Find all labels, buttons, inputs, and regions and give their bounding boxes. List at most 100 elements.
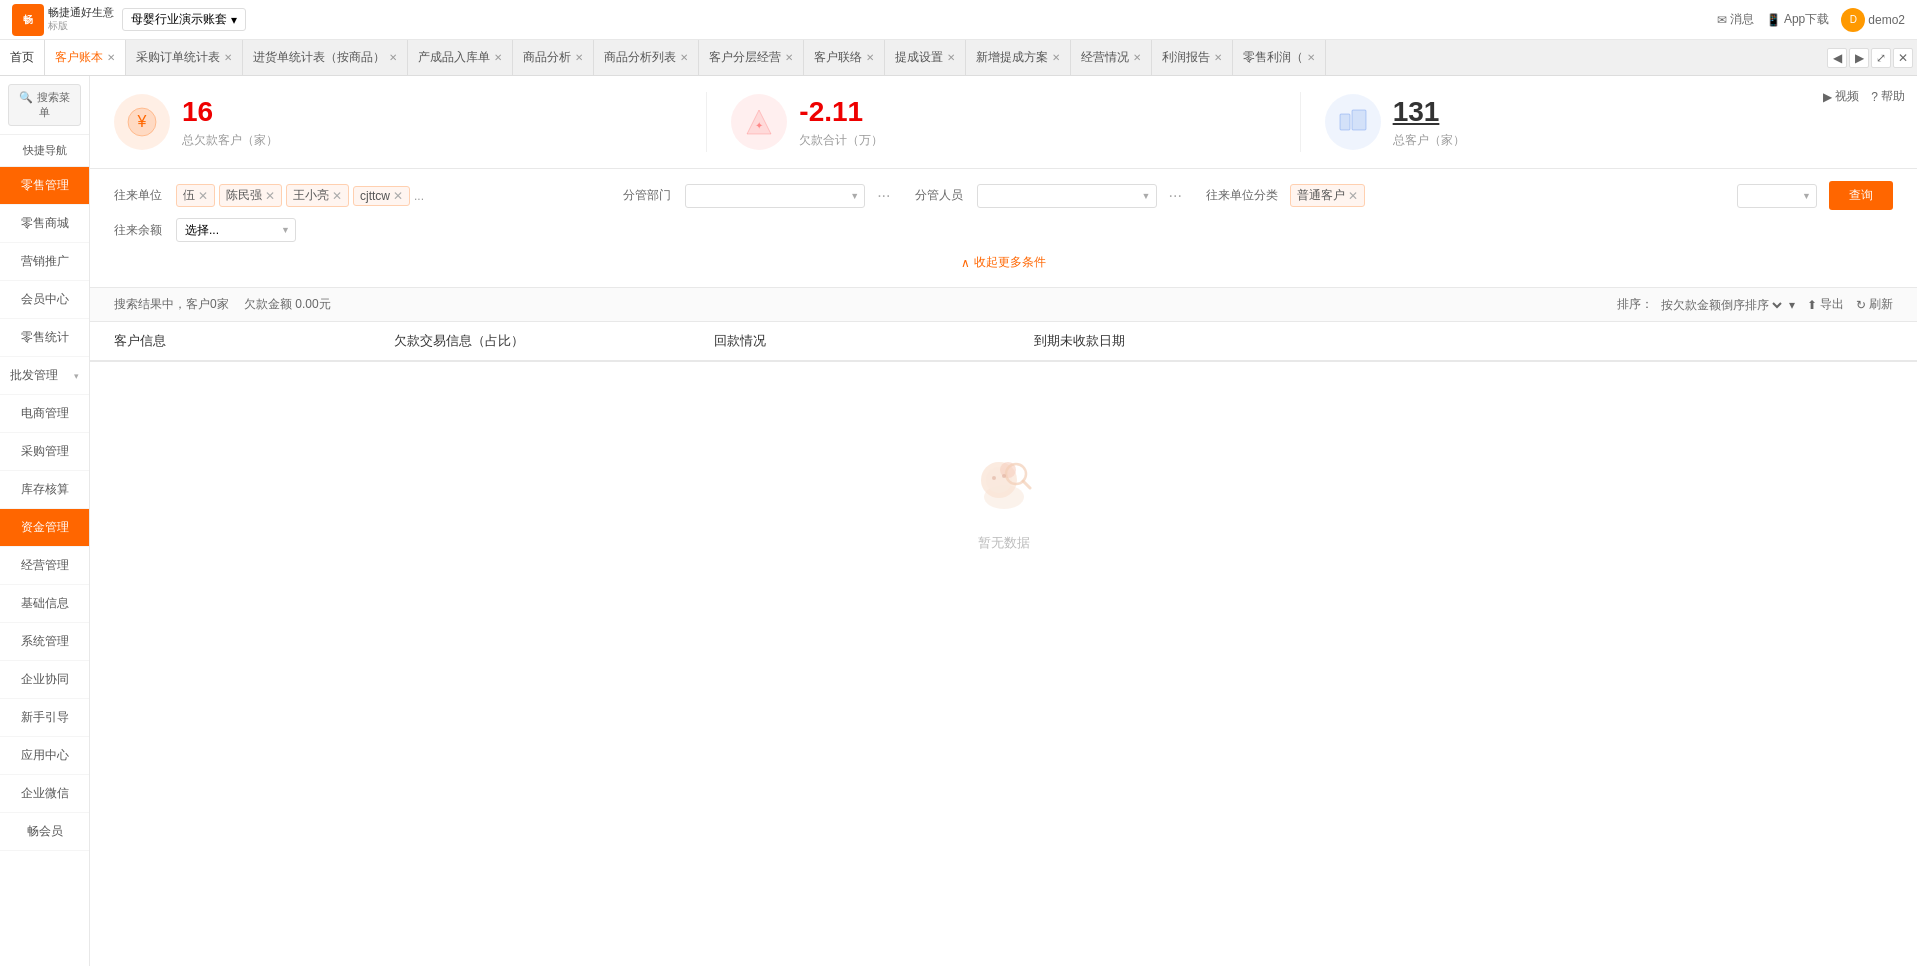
stat-block-customers: ¥ 16 总欠款客户（家） <box>114 94 706 150</box>
tab-customer-tier[interactable]: 客户分层经营 ✕ <box>699 40 804 75</box>
unit-filter-tags: 伍 ✕ 陈民强 ✕ 王小亮 ✕ cjttcw ✕ ... <box>176 184 611 207</box>
sidebar-quick-nav[interactable]: 快捷导航 <box>0 135 89 167</box>
sidebar-search-label: 搜索菜单 <box>37 91 70 118</box>
sidebar-item-enterprise-wechat[interactable]: 企业微信 <box>0 775 89 813</box>
tab-business-status[interactable]: 经营情况 ✕ <box>1071 40 1152 75</box>
doc-help-btn[interactable]: ? 帮助 <box>1871 88 1905 105</box>
person-filter-select[interactable] <box>977 184 1157 208</box>
result-bar-right: 排序： 按欠款金额倒序排序 ▾ ⬆ 导出 ↻ 刷新 <box>1617 296 1893 313</box>
sidebar-item-app-center[interactable]: 应用中心 <box>0 737 89 775</box>
tab-profit-report[interactable]: 利润报告 ✕ <box>1152 40 1233 75</box>
sidebar-item-member-center[interactable]: 会员中心 <box>0 281 89 319</box>
sidebar-item-business-mgmt-label: 经营管理 <box>21 558 69 572</box>
tab-goods-analysis-label: 商品分析 <box>523 49 571 66</box>
result-bar: 搜索结果中，客户0家 欠款金额 0.00元 排序： 按欠款金额倒序排序 ▾ ⬆ … <box>90 288 1917 322</box>
close-icon[interactable]: ✕ <box>494 52 502 63</box>
close-icon[interactable]: ✕ <box>947 52 955 63</box>
sidebar-item-retail-mgmt[interactable]: 零售管理 <box>0 167 89 205</box>
sidebar-item-marketing-label: 营销推广 <box>21 254 69 268</box>
person-filter-more-dots[interactable]: ··· <box>1169 188 1182 204</box>
tab-expand-btn[interactable]: ⤢ <box>1871 48 1891 68</box>
tab-customer-contact-label: 客户联络 <box>814 49 862 66</box>
export-label: 导出 <box>1820 296 1844 313</box>
stat-help-area: ▶ 视频 ? 帮助 <box>1823 88 1905 105</box>
close-icon[interactable]: ✕ <box>107 52 115 63</box>
sidebar-item-retail-stats[interactable]: 零售统计 <box>0 319 89 357</box>
sidebar-item-new-guide[interactable]: 新手引导 <box>0 699 89 737</box>
close-icon[interactable]: ✕ <box>389 52 397 63</box>
stat-label-customers: 总欠款客户（家） <box>182 132 682 149</box>
empty-text: 暂无数据 <box>978 534 1030 552</box>
remove-unit-2-btn[interactable]: ✕ <box>265 189 275 203</box>
query-btn[interactable]: 查询 <box>1829 181 1893 210</box>
logo-area: 畅 畅捷通好生意 标版 <box>12 4 114 36</box>
tab-goods-analysis-list[interactable]: 商品分析列表 ✕ <box>594 40 699 75</box>
sort-select[interactable]: 按欠款金额倒序排序 <box>1657 297 1785 313</box>
sidebar-item-system-mgmt[interactable]: 系统管理 <box>0 623 89 661</box>
sidebar-item-marketing[interactable]: 营销推广 <box>0 243 89 281</box>
tab-next-btn[interactable]: ▶ <box>1849 48 1869 68</box>
refresh-btn[interactable]: ↻ 刷新 <box>1856 296 1893 313</box>
sidebar-item-basic-info[interactable]: 基础信息 <box>0 585 89 623</box>
tab-close-all-btn[interactable]: ✕ <box>1893 48 1913 68</box>
sidebar-item-capital-mgmt[interactable]: 资金管理 <box>0 509 89 547</box>
close-icon[interactable]: ✕ <box>1133 52 1141 63</box>
dept-filter-select[interactable] <box>685 184 865 208</box>
tab-goods-analysis[interactable]: 商品分析 ✕ <box>513 40 594 75</box>
remove-unit-class-1-btn[interactable]: ✕ <box>1348 189 1358 203</box>
remove-unit-4-btn[interactable]: ✕ <box>393 189 403 203</box>
account-selector[interactable]: 母婴行业演示账套 ▾ <box>122 8 246 31</box>
remove-unit-3-btn[interactable]: ✕ <box>332 189 342 203</box>
user-area[interactable]: D demo2 <box>1841 8 1905 32</box>
sidebar-item-member[interactable]: 畅会员 <box>0 813 89 851</box>
tab-new-plan[interactable]: 新增提成方案 ✕ <box>966 40 1071 75</box>
sort-select-wrap: 排序： 按欠款金额倒序排序 ▾ <box>1617 296 1795 313</box>
table-header-debt-info: 欠款交易信息（占比） <box>394 332 714 350</box>
sidebar-search-btn[interactable]: 🔍 搜索菜单 <box>8 84 81 126</box>
tab-remind-settings[interactable]: 提成设置 ✕ <box>885 40 966 75</box>
app-download-btn[interactable]: 📱 App下载 <box>1766 11 1829 28</box>
sidebar-item-wholesale-mgmt[interactable]: 批发管理 ▾ <box>0 357 89 395</box>
filter-more-btn[interactable]: ... <box>414 189 424 203</box>
tab-retail-profit[interactable]: 零售利润（ ✕ <box>1233 40 1326 75</box>
sidebar-item-enterprise-coop[interactable]: 企业协同 <box>0 661 89 699</box>
filter-area: 往来单位 伍 ✕ 陈民强 ✕ 王小亮 ✕ cjttcw <box>90 169 1917 288</box>
tab-purchase-order[interactable]: 采购订单统计表 ✕ <box>126 40 243 75</box>
tab-prev-btn[interactable]: ◀ <box>1827 48 1847 68</box>
balance-filter-select[interactable]: 选择... <box>176 218 296 242</box>
sidebar-item-inventory-check[interactable]: 库存核算 <box>0 471 89 509</box>
close-icon[interactable]: ✕ <box>1307 52 1315 63</box>
message-btn[interactable]: ✉ 消息 <box>1717 11 1754 28</box>
close-icon[interactable]: ✕ <box>1214 52 1222 63</box>
sidebar-item-ecommerce-mgmt[interactable]: 电商管理 <box>0 395 89 433</box>
tab-instock-stats[interactable]: 进货单统计表（按商品） ✕ <box>243 40 408 75</box>
close-icon[interactable]: ✕ <box>575 52 583 63</box>
sidebar-item-retail-shop-label: 零售商城 <box>21 216 69 230</box>
tab-home[interactable]: 首页 <box>0 40 45 75</box>
close-icon[interactable]: ✕ <box>224 52 232 63</box>
unit-class-select[interactable] <box>1737 184 1817 208</box>
tab-business-status-label: 经营情况 <box>1081 49 1129 66</box>
app-download-label: App下载 <box>1784 11 1829 28</box>
close-icon[interactable]: ✕ <box>866 52 874 63</box>
close-icon[interactable]: ✕ <box>680 52 688 63</box>
sidebar-item-basic-info-label: 基础信息 <box>21 596 69 610</box>
tab-customer-balance[interactable]: 客户账本 ✕ <box>45 40 126 75</box>
tab-customer-contact[interactable]: 客户联络 ✕ <box>804 40 885 75</box>
video-help-btn[interactable]: ▶ 视频 <box>1823 88 1859 105</box>
export-btn[interactable]: ⬆ 导出 <box>1807 296 1844 313</box>
dept-filter-more-dots[interactable]: ··· <box>877 188 890 204</box>
remove-unit-1-btn[interactable]: ✕ <box>198 189 208 203</box>
close-icon[interactable]: ✕ <box>785 52 793 63</box>
sidebar-item-retail-shop[interactable]: 零售商城 <box>0 205 89 243</box>
sidebar-item-business-mgmt[interactable]: 经营管理 <box>0 547 89 585</box>
doc-help-label: 帮助 <box>1881 88 1905 105</box>
empty-illustration <box>964 442 1044 522</box>
stat-icon-debt: ✦ <box>731 94 787 150</box>
sidebar-item-purchase-mgmt[interactable]: 采购管理 <box>0 433 89 471</box>
filter-row-1: 往来单位 伍 ✕ 陈民强 ✕ 王小亮 ✕ cjttcw <box>114 181 1893 210</box>
close-icon[interactable]: ✕ <box>1052 52 1060 63</box>
result-count-text: 搜索结果中，客户0家 <box>114 297 229 311</box>
collapse-btn[interactable]: ∧ 收起更多条件 <box>961 250 1046 275</box>
tab-production-instock[interactable]: 产成品入库单 ✕ <box>408 40 513 75</box>
